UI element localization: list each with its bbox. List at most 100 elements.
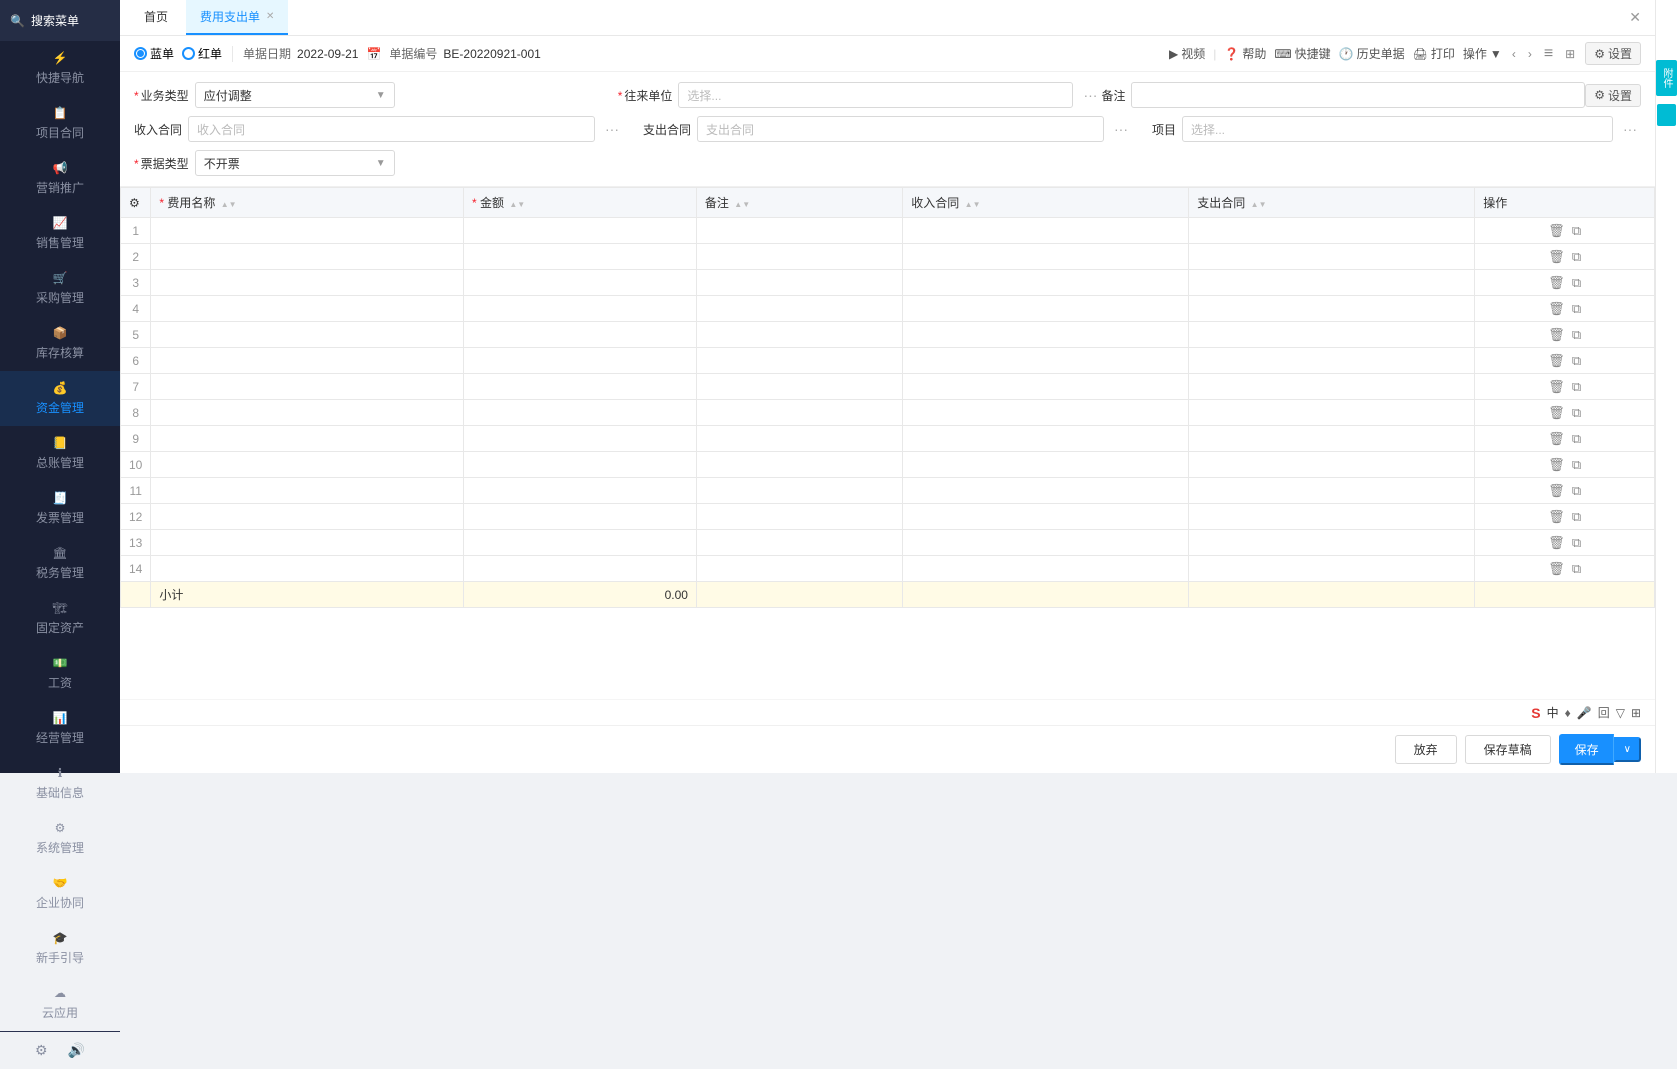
row-expense-contract[interactable] <box>1189 504 1475 530</box>
row-income-contract[interactable] <box>903 452 1189 478</box>
save-draft-button[interactable]: 保存草稿 <box>1465 735 1551 764</box>
copy-icon[interactable]: ⧉ <box>1572 327 1581 342</box>
row-remark[interactable] <box>696 504 902 530</box>
row-income-contract[interactable] <box>903 348 1189 374</box>
row-remark[interactable] <box>696 426 902 452</box>
delete-icon[interactable]: 🗑 <box>1548 353 1565 368</box>
expense-contract-input[interactable]: 支出合同 <box>697 116 1104 142</box>
tab-expense-close[interactable]: ✕ <box>266 11 274 22</box>
sidebar-item-cloud[interactable]: ☁ 云应用 <box>0 976 120 1031</box>
operations-action[interactable]: 操作 ▼ <box>1463 45 1502 62</box>
delete-icon[interactable]: 🗑 <box>1548 327 1565 342</box>
copy-icon[interactable]: ⧉ <box>1572 379 1581 394</box>
copy-icon[interactable]: ⧉ <box>1572 249 1581 264</box>
delete-icon[interactable]: 🗑 <box>1548 561 1565 576</box>
copy-icon[interactable]: ⧉ <box>1572 223 1581 238</box>
row-remark[interactable] <box>696 374 902 400</box>
row-amount[interactable] <box>463 244 696 270</box>
help-action[interactable]: ❓ 帮助 <box>1224 45 1266 62</box>
copy-icon[interactable]: ⧉ <box>1572 431 1581 446</box>
row-expense-name[interactable] <box>151 348 464 374</box>
row-expense-name[interactable] <box>151 426 464 452</box>
shortcuts-action[interactable]: ⌨ 快捷键 <box>1274 45 1330 62</box>
copy-icon[interactable]: ⧉ <box>1572 483 1581 498</box>
row-income-contract[interactable] <box>903 296 1189 322</box>
row-expense-name[interactable] <box>151 296 464 322</box>
th-income-contract[interactable]: 收入合同 ▲▼ <box>903 188 1189 218</box>
copy-icon[interactable]: ⧉ <box>1572 509 1581 524</box>
delete-icon[interactable]: 🗑 <box>1548 535 1565 550</box>
row-expense-contract[interactable] <box>1189 348 1475 374</box>
copy-icon[interactable]: ⧉ <box>1572 301 1581 316</box>
radio-red[interactable]: 红单 <box>182 45 222 62</box>
row-income-contract[interactable] <box>903 478 1189 504</box>
row-amount[interactable] <box>463 452 696 478</box>
print-action[interactable]: 🖨 打印 <box>1413 45 1455 62</box>
income-contract-more[interactable]: ··· <box>601 121 623 137</box>
copy-icon[interactable]: ⧉ <box>1572 561 1581 576</box>
save-dropdown-button[interactable]: ∨ <box>1614 737 1641 762</box>
row-remark[interactable] <box>696 218 902 244</box>
form-settings-button[interactable]: ⚙ 设置 <box>1585 84 1641 107</box>
video-action[interactable]: ▶ 视频 <box>1169 45 1205 62</box>
row-remark[interactable] <box>696 452 902 478</box>
row-expense-name[interactable] <box>151 322 464 348</box>
project-more[interactable]: ··· <box>1619 121 1641 137</box>
th-remark[interactable]: 备注 ▲▼ <box>696 188 902 218</box>
copy-icon[interactable]: ⧉ <box>1572 275 1581 290</box>
row-amount[interactable] <box>463 530 696 556</box>
delete-icon[interactable]: 🗑 <box>1548 223 1565 238</box>
brand-box[interactable]: 回 <box>1598 704 1610 721</box>
settings-button[interactable]: ⚙ 设置 <box>1585 42 1641 65</box>
row-remark[interactable] <box>696 348 902 374</box>
row-amount[interactable] <box>463 478 696 504</box>
sidebar-item-fixed-assets[interactable]: 🏗 固定资产 <box>0 591 120 646</box>
row-expense-name[interactable] <box>151 556 464 582</box>
row-expense-name[interactable] <box>151 270 464 296</box>
row-amount[interactable] <box>463 322 696 348</box>
sort-icons-expense-contract[interactable]: ▲▼ <box>1251 200 1267 209</box>
row-expense-contract[interactable] <box>1189 374 1475 400</box>
row-expense-contract[interactable] <box>1189 400 1475 426</box>
table-container[interactable]: ⚙ * 费用名称 ▲▼ * 金额 ▲▼ 备注 <box>120 187 1655 699</box>
brand-grid[interactable]: ⊞ <box>1631 706 1641 720</box>
history-action[interactable]: 🕐 历史单据 <box>1339 45 1405 62</box>
delete-icon[interactable]: 🗑 <box>1548 249 1565 264</box>
tab-expense[interactable]: 费用支出单 ✕ <box>186 0 288 35</box>
brand-zhong[interactable]: 中 <box>1547 704 1559 721</box>
sidebar-search[interactable]: 🔍 搜索菜单 <box>0 0 120 41</box>
row-remark[interactable] <box>696 244 902 270</box>
copy-icon[interactable]: ⧉ <box>1572 457 1581 472</box>
tab-home[interactable]: 首页 <box>130 0 182 35</box>
row-income-contract[interactable] <box>903 400 1189 426</box>
sort-icons-remark[interactable]: ▲▼ <box>734 200 750 209</box>
project-input[interactable]: 选择... <box>1182 116 1613 142</box>
save-button[interactable]: 保存 <box>1559 734 1614 765</box>
row-expense-name[interactable] <box>151 504 464 530</box>
row-remark[interactable] <box>696 322 902 348</box>
row-income-contract[interactable] <box>903 556 1189 582</box>
row-amount[interactable] <box>463 556 696 582</box>
list-view-icon[interactable]: ≡ <box>1544 45 1553 63</box>
sidebar-item-payroll[interactable]: 💵 工资 <box>0 646 120 701</box>
row-expense-contract[interactable] <box>1189 270 1475 296</box>
sidebar-item-quick-nav[interactable]: ⚡ 快捷导航 <box>0 41 120 96</box>
th-expense-name[interactable]: * 费用名称 ▲▼ <box>151 188 464 218</box>
invoice-type-input[interactable]: 不开票 ▼ <box>195 150 395 176</box>
th-expense-contract[interactable]: 支出合同 ▲▼ <box>1189 188 1475 218</box>
sidebar-item-accounting[interactable]: 📒 总账管理 <box>0 426 120 481</box>
brand-mic[interactable]: 🎤 <box>1577 706 1592 720</box>
row-income-contract[interactable] <box>903 322 1189 348</box>
row-expense-name[interactable] <box>151 400 464 426</box>
row-income-contract[interactable] <box>903 504 1189 530</box>
sidebar-item-marketing[interactable]: 📢 营销推广 <box>0 151 120 206</box>
sidebar-item-beginner[interactable]: 🎓 新手引导 <box>0 921 120 976</box>
row-expense-name[interactable] <box>151 452 464 478</box>
row-income-contract[interactable] <box>903 374 1189 400</box>
brand-diamond[interactable]: ♦ <box>1565 706 1571 720</box>
sidebar-item-fund[interactable]: 💰 资金管理 <box>0 371 120 426</box>
row-expense-contract[interactable] <box>1189 322 1475 348</box>
sidebar-item-inventory[interactable]: 📦 库存核算 <box>0 316 120 371</box>
right-tab-attach[interactable]: 附件 <box>1656 60 1677 96</box>
sidebar-item-tax[interactable]: 🏛 税务管理 <box>0 536 120 591</box>
